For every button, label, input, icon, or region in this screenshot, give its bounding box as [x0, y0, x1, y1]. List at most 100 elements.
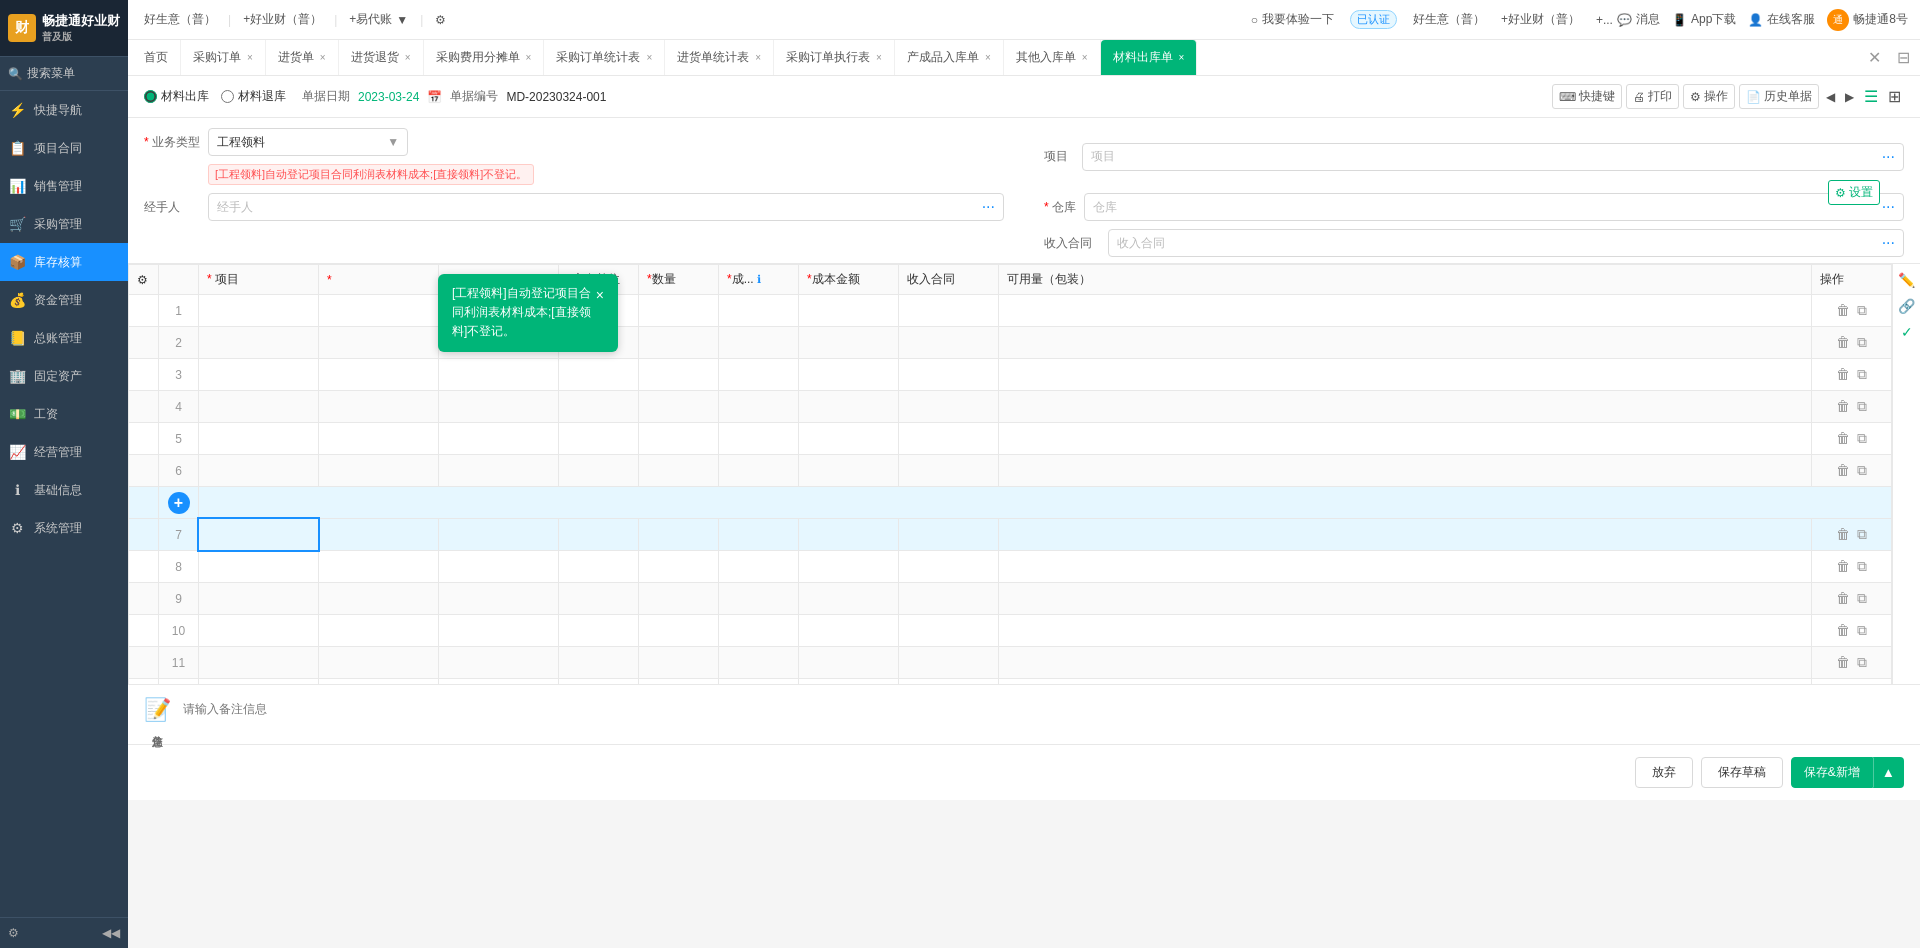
delete-row-btn[interactable]: 🗑	[1836, 590, 1850, 606]
cell-cost-price[interactable]	[719, 327, 799, 359]
nav-good-biz2[interactable]: 好生意（普）	[1409, 11, 1489, 28]
sidebar-item-salary[interactable]: 💵 工资	[0, 395, 128, 433]
cell-available[interactable]	[999, 359, 1812, 391]
cell-project[interactable]	[199, 551, 319, 583]
cell-quantity[interactable]	[639, 551, 719, 583]
cell-cost-price[interactable]	[719, 455, 799, 487]
cell-col4[interactable]	[439, 423, 559, 455]
cell-col4[interactable]	[439, 647, 559, 679]
delete-row-btn[interactable]: 🗑	[1836, 526, 1850, 542]
nav-easy-account[interactable]: +易代账 ▼	[345, 11, 412, 28]
cell-project[interactable]	[199, 519, 319, 551]
btn-operations[interactable]: ⚙ 操作	[1683, 84, 1735, 109]
delete-row-btn[interactable]: 🗑	[1836, 654, 1850, 670]
cell-col3[interactable]	[319, 327, 439, 359]
cell-cost-amount[interactable]	[799, 295, 899, 327]
income-contract-input[interactable]: 收入合同 ···	[1108, 229, 1904, 257]
sidebar-edit-icon[interactable]: ✏️	[1895, 268, 1919, 292]
tab-close-icon[interactable]: ×	[876, 52, 882, 63]
btn-save-new-arrow[interactable]: ▲	[1873, 757, 1904, 788]
tab-purchase-stat[interactable]: 采购订单统计表 ×	[544, 40, 665, 76]
cell-project[interactable]	[199, 647, 319, 679]
cell-cost-amount[interactable]	[799, 647, 899, 679]
sidebar-item-sales[interactable]: 📊 销售管理	[0, 167, 128, 205]
cell-col4[interactable]	[439, 391, 559, 423]
cell-cost-price[interactable]	[719, 583, 799, 615]
delete-row-btn[interactable]: 🗑	[1836, 302, 1850, 318]
sidebar-item-assets[interactable]: 🏢 固定资产	[0, 357, 128, 395]
cell-available[interactable]	[999, 551, 1812, 583]
delete-row-btn[interactable]: 🗑	[1836, 462, 1850, 478]
cell-col3[interactable]	[319, 551, 439, 583]
nav-good-business[interactable]: 好生意（普）	[140, 11, 220, 28]
cell-col4[interactable]	[439, 583, 559, 615]
copy-row-btn[interactable]: ⧉	[1857, 590, 1867, 606]
cell-project[interactable]	[199, 359, 319, 391]
delete-row-btn[interactable]: 🗑	[1836, 334, 1850, 350]
project-input[interactable]: 项目 ···	[1082, 143, 1904, 171]
cell-available[interactable]	[999, 679, 1812, 685]
copy-row-btn[interactable]: ⧉	[1857, 366, 1867, 382]
cell-cost-amount[interactable]	[799, 551, 899, 583]
cell-cost-price[interactable]	[719, 647, 799, 679]
cell-available[interactable]	[999, 391, 1812, 423]
cell-col4[interactable]	[439, 519, 559, 551]
tab-close-icon[interactable]: ×	[526, 52, 532, 63]
btn-discard[interactable]: 放弃	[1635, 757, 1693, 788]
sidebar-item-basic-info[interactable]: ℹ 基础信息	[0, 471, 128, 509]
cell-unit[interactable]	[559, 359, 639, 391]
cell-available[interactable]	[999, 583, 1812, 615]
btn-shortcut-key[interactable]: ⌨ 快捷键	[1552, 84, 1622, 109]
cell-cost-price[interactable]	[719, 391, 799, 423]
sidebar-item-inventory[interactable]: 📦 库存核算	[0, 243, 128, 281]
sidebar-check-icon[interactable]: ✓	[1895, 320, 1919, 344]
window-close-btn[interactable]: ✕	[1862, 48, 1887, 67]
handler-input[interactable]: 经手人 ···	[208, 193, 1004, 221]
cell-cost-amount[interactable]	[799, 359, 899, 391]
cell-quantity[interactable]	[639, 423, 719, 455]
cell-cost-amount[interactable]	[799, 455, 899, 487]
copy-row-btn[interactable]: ⧉	[1857, 526, 1867, 542]
cell-cost-price[interactable]	[719, 295, 799, 327]
cell-available[interactable]	[999, 423, 1812, 455]
cell-unit[interactable]	[559, 519, 639, 551]
cell-cost-amount[interactable]	[799, 423, 899, 455]
warehouse-input[interactable]: 仓库 ···	[1084, 193, 1904, 221]
cell-cost-amount[interactable]	[799, 327, 899, 359]
tab-purchase-order[interactable]: 采购订单 ×	[181, 40, 266, 76]
cell-col3[interactable]	[319, 679, 439, 685]
cell-contract[interactable]	[899, 359, 999, 391]
sidebar-item-purchase[interactable]: 🛒 采购管理	[0, 205, 128, 243]
calendar-icon[interactable]: 📅	[427, 90, 442, 104]
cell-cost-price[interactable]	[719, 423, 799, 455]
cell-contract[interactable]	[899, 295, 999, 327]
nav-next-icon[interactable]: ▶	[1842, 90, 1857, 104]
btn-save-draft[interactable]: 保存草稿	[1701, 757, 1783, 788]
cell-quantity[interactable]	[639, 295, 719, 327]
collapse-icon[interactable]: ◀◀	[102, 926, 120, 940]
cell-cost-amount[interactable]	[799, 679, 899, 685]
delete-row-btn[interactable]: 🗑	[1836, 430, 1850, 446]
cell-unit[interactable]	[559, 423, 639, 455]
tab-home[interactable]: 首页	[132, 40, 181, 76]
cell-quantity[interactable]	[639, 455, 719, 487]
cell-cost-amount[interactable]	[799, 519, 899, 551]
cell-col3[interactable]	[319, 647, 439, 679]
sidebar-item-ledger[interactable]: 📒 总账管理	[0, 319, 128, 357]
nav-more[interactable]: +...	[1592, 13, 1617, 27]
tab-inbound-stat[interactable]: 进货单统计表 ×	[665, 40, 774, 76]
nav-certified[interactable]: 已认证	[1346, 10, 1401, 29]
cell-col3[interactable]	[319, 519, 439, 551]
cell-col3[interactable]	[319, 391, 439, 423]
nav-good-finance[interactable]: +好业财（普）	[239, 11, 326, 28]
tab-material-outbound[interactable]: 材料出库单 ×	[1101, 40, 1198, 76]
cell-cost-amount[interactable]	[799, 615, 899, 647]
cell-cost-price[interactable]	[719, 679, 799, 685]
nav-app-download[interactable]: 📱 App下载	[1672, 11, 1736, 28]
cell-cost-price[interactable]	[719, 519, 799, 551]
delete-row-btn[interactable]: 🗑	[1836, 366, 1850, 382]
nav-online-service[interactable]: 👤 在线客服	[1748, 11, 1815, 28]
radio-out-input[interactable]	[144, 90, 157, 103]
cell-contract[interactable]	[899, 551, 999, 583]
cell-col4[interactable]	[439, 615, 559, 647]
